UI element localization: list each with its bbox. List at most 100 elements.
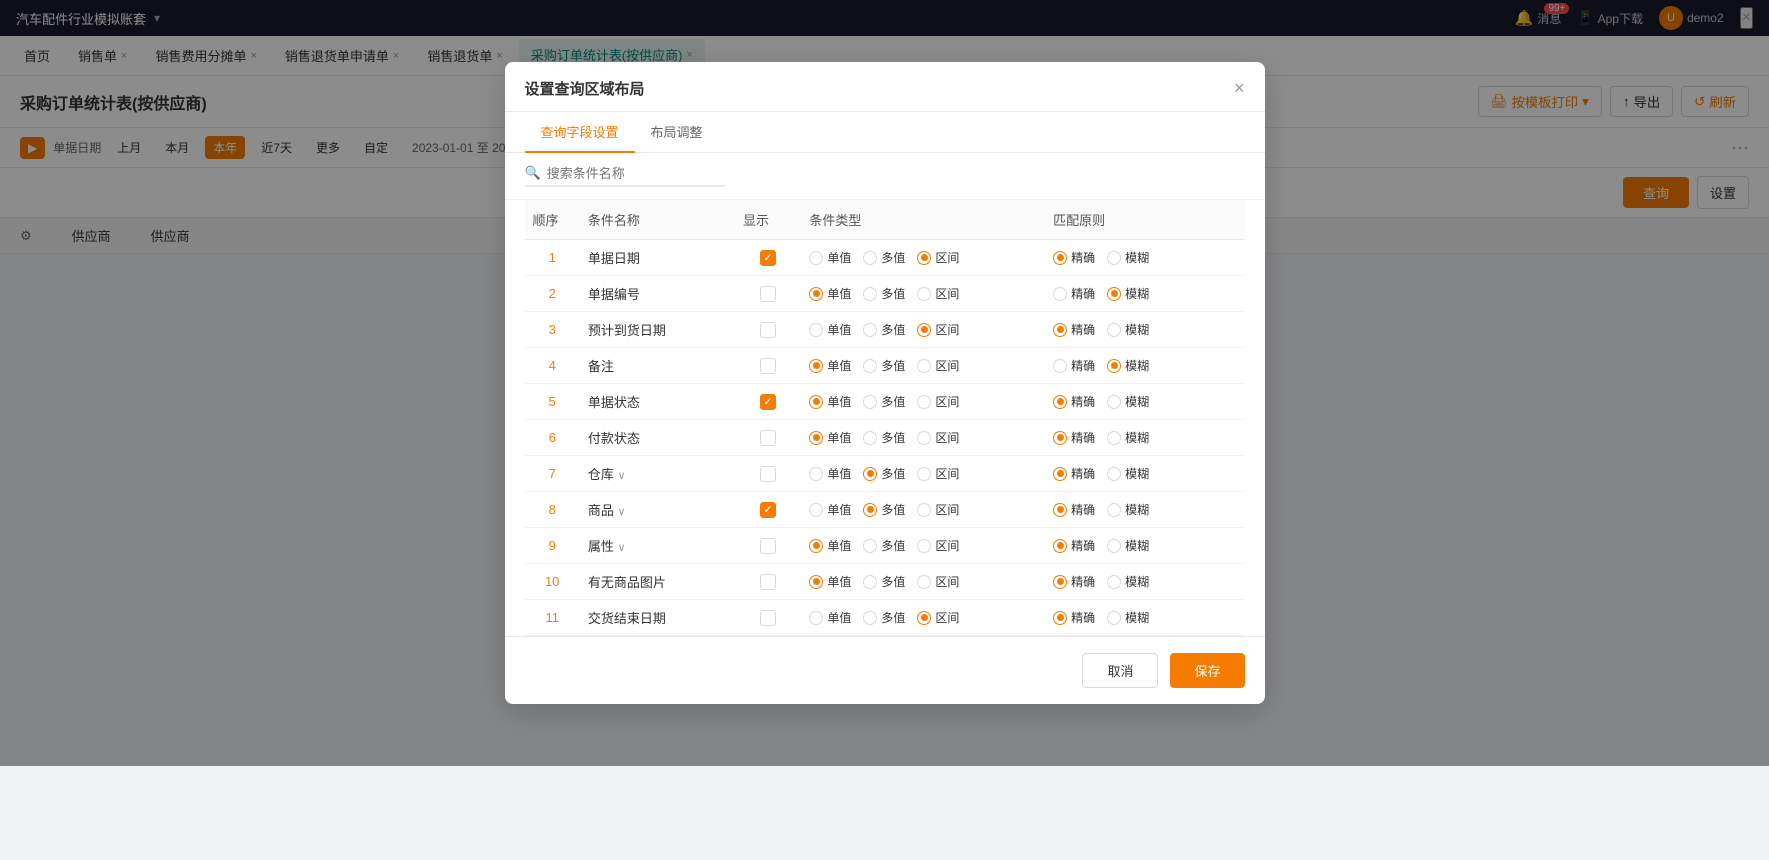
display-checkbox[interactable]	[760, 502, 776, 518]
radio-label: 单值	[827, 501, 851, 518]
match-radio-精确[interactable]: 精确	[1053, 285, 1095, 302]
expand-icon[interactable]: ∨	[618, 470, 626, 482]
radio-btn	[1107, 395, 1121, 409]
row-name: 有无商品图片	[580, 564, 735, 600]
radio-label: 区间	[935, 393, 959, 410]
radio-label: 精确	[1071, 249, 1095, 266]
radio-label: 模糊	[1125, 393, 1149, 410]
type-radio-区间[interactable]: 区间	[917, 501, 959, 518]
display-checkbox[interactable]	[760, 610, 776, 626]
type-radio-单值[interactable]: 单值	[809, 249, 851, 266]
display-checkbox[interactable]	[760, 322, 776, 338]
display-checkbox[interactable]	[760, 538, 776, 554]
radio-btn	[917, 359, 931, 373]
match-radio-模糊[interactable]: 模糊	[1107, 429, 1149, 446]
type-radio-区间[interactable]: 区间	[917, 285, 959, 302]
type-radio-单值[interactable]: 单值	[809, 321, 851, 338]
match-radio-模糊[interactable]: 模糊	[1107, 465, 1149, 482]
row-order: 10	[525, 564, 580, 600]
display-checkbox[interactable]	[760, 394, 776, 410]
type-radio-区间[interactable]: 区间	[917, 393, 959, 410]
dialog-tab-layout[interactable]: 布局调整	[635, 112, 719, 153]
expand-icon[interactable]: ∨	[618, 506, 626, 518]
match-radio-模糊[interactable]: 模糊	[1107, 609, 1149, 626]
row-name: 单据编号	[580, 276, 735, 312]
match-radio-精确[interactable]: 精确	[1053, 249, 1095, 266]
type-radio-单值[interactable]: 单值	[809, 537, 851, 554]
radio-btn	[917, 431, 931, 445]
type-radio-区间[interactable]: 区间	[917, 465, 959, 482]
match-radio-模糊[interactable]: 模糊	[1107, 537, 1149, 554]
radio-btn	[1107, 575, 1121, 589]
type-radio-多值[interactable]: 多值	[863, 321, 905, 338]
display-checkbox[interactable]	[760, 286, 776, 302]
match-radio-模糊[interactable]: 模糊	[1107, 393, 1149, 410]
dialog-tabs: 查询字段设置 布局调整	[505, 112, 1265, 153]
type-radio-单值[interactable]: 单值	[809, 501, 851, 518]
match-radio-精确[interactable]: 精确	[1053, 393, 1095, 410]
display-checkbox[interactable]	[760, 358, 776, 374]
row-name: 单据状态	[580, 384, 735, 420]
type-radio-多值[interactable]: 多值	[863, 573, 905, 590]
type-radio-单值[interactable]: 单值	[809, 429, 851, 446]
match-radio-模糊[interactable]: 模糊	[1107, 573, 1149, 590]
radio-label: 多值	[881, 357, 905, 374]
match-radio-精确[interactable]: 精确	[1053, 537, 1095, 554]
match-radio-模糊[interactable]: 模糊	[1107, 285, 1149, 302]
match-radio-精确[interactable]: 精确	[1053, 609, 1095, 626]
type-radio-单值[interactable]: 单值	[809, 609, 851, 626]
radio-label: 区间	[935, 429, 959, 446]
radio-btn	[917, 251, 931, 265]
match-radio-模糊[interactable]: 模糊	[1107, 501, 1149, 518]
type-radio-多值[interactable]: 多值	[863, 501, 905, 518]
row-type-cell: 单值 多值区间	[801, 348, 1045, 384]
type-radio-多值[interactable]: 多值	[863, 465, 905, 482]
match-radio-精确[interactable]: 精确	[1053, 573, 1095, 590]
display-checkbox[interactable]	[760, 574, 776, 590]
radio-btn	[863, 251, 877, 265]
type-radio-区间[interactable]: 区间	[917, 537, 959, 554]
type-radio-多值[interactable]: 多值	[863, 285, 905, 302]
match-radio-精确[interactable]: 精确	[1053, 501, 1095, 518]
type-radio-多值[interactable]: 多值	[863, 609, 905, 626]
type-radio-区间[interactable]: 区间	[917, 429, 959, 446]
display-checkbox[interactable]	[760, 466, 776, 482]
search-input[interactable]	[547, 166, 707, 181]
dialog-tab-query-fields-label: 查询字段设置	[541, 125, 619, 140]
type-radio-区间[interactable]: 区间	[917, 573, 959, 590]
row-match-cell: 精确模糊	[1045, 240, 1244, 276]
dialog-tab-query-fields[interactable]: 查询字段设置	[525, 112, 635, 153]
match-radio-精确[interactable]: 精确	[1053, 357, 1095, 374]
match-radio-模糊[interactable]: 模糊	[1107, 357, 1149, 374]
type-radio-单值[interactable]: 单值	[809, 393, 851, 410]
row-type-cell: 单值多值区间	[801, 240, 1045, 276]
display-checkbox[interactable]	[760, 430, 776, 446]
dialog-close-btn[interactable]: ×	[1234, 78, 1245, 99]
match-radio-精确[interactable]: 精确	[1053, 465, 1095, 482]
type-radio-多值[interactable]: 多值	[863, 393, 905, 410]
type-radio-区间[interactable]: 区间	[917, 321, 959, 338]
type-radio-多值[interactable]: 多值	[863, 429, 905, 446]
cancel-btn[interactable]: 取消	[1082, 653, 1158, 688]
type-radio-多值[interactable]: 多值	[863, 537, 905, 554]
type-radio-多值[interactable]: 多值	[863, 357, 905, 374]
type-radio-区间[interactable]: 区间	[917, 357, 959, 374]
type-radio-单值[interactable]: 单值	[809, 285, 851, 302]
type-radio-单值[interactable]: 单值	[809, 357, 851, 374]
type-radio-单值[interactable]: 单值	[809, 573, 851, 590]
save-btn[interactable]: 保存	[1170, 653, 1244, 688]
match-radio-模糊[interactable]: 模糊	[1107, 249, 1149, 266]
match-radio-精确[interactable]: 精确	[1053, 321, 1095, 338]
type-radio-单值[interactable]: 单值	[809, 465, 851, 482]
match-radio-精确[interactable]: 精确	[1053, 429, 1095, 446]
type-radio-区间[interactable]: 区间	[917, 249, 959, 266]
expand-icon[interactable]: ∨	[618, 542, 626, 554]
display-checkbox[interactable]	[760, 250, 776, 266]
type-radio-区间[interactable]: 区间	[917, 609, 959, 626]
row-name: 预计到货日期	[580, 312, 735, 348]
type-radio-多值[interactable]: 多值	[863, 249, 905, 266]
radio-label: 单值	[827, 285, 851, 302]
row-type-cell: 单值多值 区间	[801, 420, 1045, 456]
match-radio-模糊[interactable]: 模糊	[1107, 321, 1149, 338]
radio-btn	[1053, 431, 1067, 445]
